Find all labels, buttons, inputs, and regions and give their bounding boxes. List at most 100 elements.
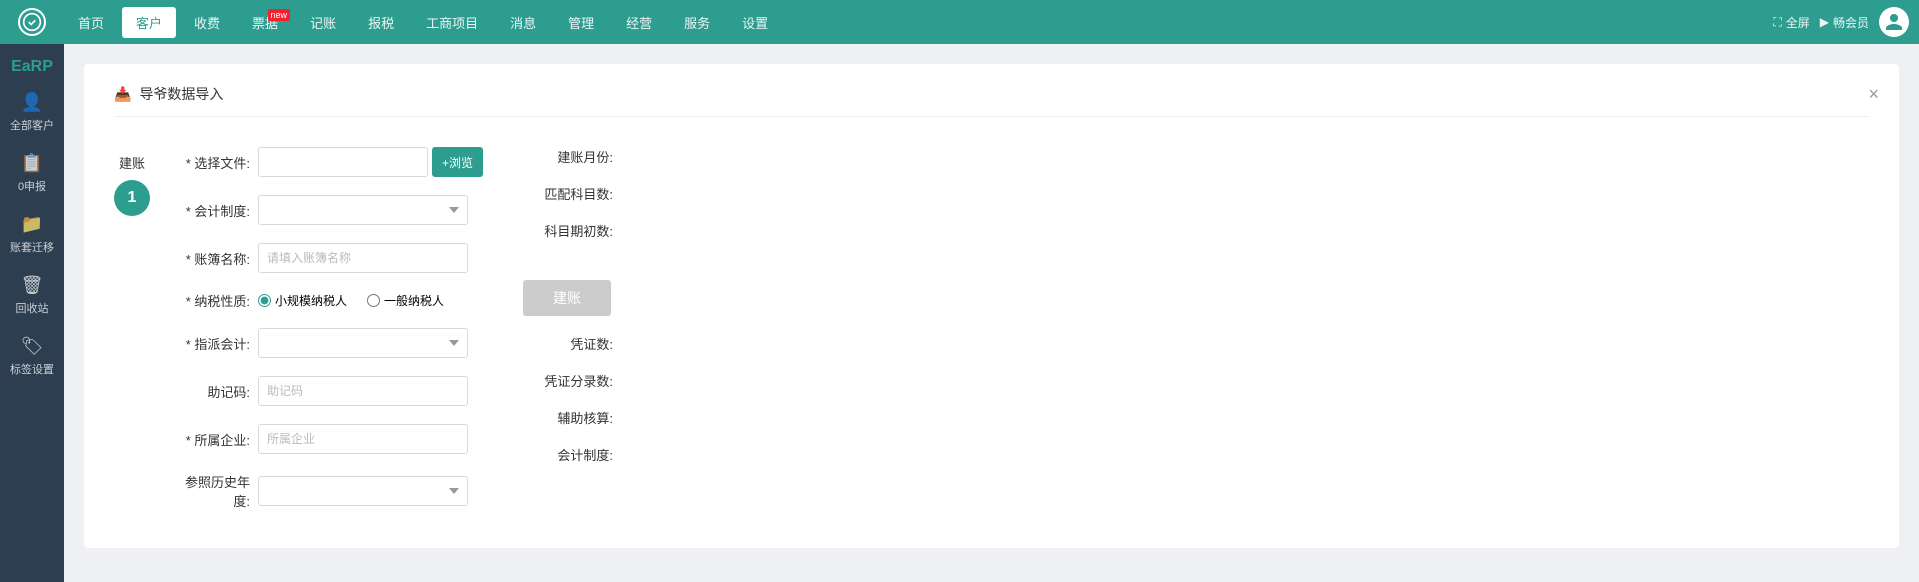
build-account-button[interactable]: 建账: [523, 280, 611, 316]
member-label: 畅会员: [1833, 14, 1869, 31]
owner-company-input[interactable]: [258, 424, 468, 454]
nav-clients[interactable]: 客户: [122, 7, 176, 38]
account-month-label: 建账月份:: [523, 147, 613, 166]
accountant-select[interactable]: [258, 328, 468, 358]
accounting-system-select[interactable]: [258, 195, 468, 225]
tax-type-row: * 纳税性质: 小规模纳税人 一般纳税人: [170, 291, 483, 310]
sidebar-label-declare: 0申报: [18, 178, 46, 194]
step-badge: 1: [114, 180, 150, 216]
sidebar-label-clients: 全部客户: [10, 117, 54, 133]
top-navigation: 首页 客户 收费 票据 new 记账 报税 工商项目 消息 管理 经营 服务 设…: [0, 0, 1919, 44]
period-initial-row: 科目期初数:: [523, 221, 1869, 240]
radio-general-input[interactable]: [367, 294, 380, 307]
nav-operation[interactable]: 经营: [612, 7, 666, 38]
auxiliary-calc-label: 辅助核算:: [523, 408, 613, 427]
memo-code-label: 助记码:: [170, 382, 250, 401]
accounting-system-row: * 会计制度:: [170, 195, 483, 225]
browse-button[interactable]: +浏览: [432, 147, 483, 177]
memo-code-row: 助记码:: [170, 376, 483, 406]
sidebar-label-tags: 标签设置: [10, 361, 54, 377]
nav-fees[interactable]: 收费: [180, 7, 234, 38]
ledger-name-row: * 账簿名称:: [170, 243, 483, 273]
radio-general-label: 一般纳税人: [384, 292, 444, 309]
ledger-name-input[interactable]: [258, 243, 468, 273]
match-accounts-label: 匹配科目数:: [523, 184, 613, 203]
right-section: 建账月份: 匹配科目数: 科目期初数: 建账 凭证: [523, 147, 1869, 528]
play-icon: ▶: [1820, 15, 1829, 29]
member-button[interactable]: ▶ 畅会员: [1820, 14, 1869, 31]
nav-management[interactable]: 管理: [554, 7, 608, 38]
auxiliary-calc-row: 辅助核算:: [523, 408, 1869, 427]
reference-year-row: 参照历史年度:: [170, 472, 483, 510]
radio-small-label: 小规模纳税人: [275, 292, 347, 309]
sidebar-item-migrate[interactable]: 📁 账套迁移: [4, 206, 60, 263]
nav-settings[interactable]: 设置: [728, 7, 782, 38]
nav-items: 首页 客户 收费 票据 new 记账 报税 工商项目 消息 管理 经营 服务 设…: [64, 7, 1773, 38]
nav-bookkeeping[interactable]: 记账: [296, 7, 350, 38]
header-icon: 📥: [114, 86, 131, 103]
accountant-label: * 指派会计:: [170, 334, 250, 353]
account-month-row: 建账月份:: [523, 147, 1869, 166]
accounting-system-label: * 会计制度:: [170, 201, 250, 220]
app-logo[interactable]: [10, 0, 54, 44]
ledger-name-label: * 账簿名称:: [170, 249, 250, 268]
sidebar-logo: EaRP: [7, 54, 57, 80]
right-accounting-system-row: 会计制度:: [523, 445, 1869, 464]
radio-small-input[interactable]: [258, 294, 271, 307]
new-badge: new: [268, 9, 291, 21]
close-button[interactable]: ×: [1868, 84, 1879, 105]
right-accounting-system-label: 会计制度:: [523, 445, 613, 464]
reference-year-label: 参照历史年度:: [170, 472, 250, 510]
tax-type-radio-group: 小规模纳税人 一般纳税人: [258, 292, 444, 309]
page-header: 📥 导爷数据导入: [114, 84, 1869, 117]
file-select-row: * 选择文件: +浏览: [170, 147, 483, 177]
sidebar: EaRP 👤 全部客户 📋 0申报 📁 账套迁移 🗑 回收站 🏷 标签设置: [0, 44, 64, 582]
accountant-row: * 指派会计:: [170, 328, 483, 358]
sidebar-label-trash: 回收站: [16, 300, 49, 316]
migrate-icon: 📁: [21, 214, 43, 235]
left-section: 建账 1 * 选择文件: +浏览: [114, 147, 483, 528]
form-section: * 选择文件: +浏览 * 会计制度:: [170, 147, 483, 528]
nav-services[interactable]: 服务: [670, 7, 724, 38]
voucher-entries-row: 凭证分录数:: [523, 371, 1869, 390]
owner-company-row: * 所属企业:: [170, 424, 483, 454]
radio-small-taxpayer[interactable]: 小规模纳税人: [258, 292, 347, 309]
nav-tax[interactable]: 报税: [354, 7, 408, 38]
memo-code-input[interactable]: [258, 376, 468, 406]
nav-invoices[interactable]: 票据 new: [238, 7, 292, 38]
radio-general-taxpayer[interactable]: 一般纳税人: [367, 292, 444, 309]
fullscreen-icon: ⛶: [1773, 15, 1781, 30]
sidebar-item-all-clients[interactable]: 👤 全部客户: [4, 84, 60, 141]
voucher-entries-label: 凭证分录数:: [523, 371, 613, 390]
fullscreen-button[interactable]: ⛶ 全屏: [1773, 14, 1809, 31]
file-input[interactable]: [258, 147, 428, 177]
declare-icon: 📋: [21, 153, 43, 174]
page-title: 导爷数据导入: [139, 84, 223, 104]
period-initial-label: 科目期初数:: [523, 221, 613, 240]
page-card: 📥 导爷数据导入 × 建账 1 * 选择文件:: [84, 64, 1899, 548]
main-layout: EaRP 👤 全部客户 📋 0申报 📁 账套迁移 🗑 回收站 🏷 标签设置 📥: [0, 44, 1919, 582]
nav-business[interactable]: 工商项目: [412, 7, 492, 38]
main-content: 📥 导爷数据导入 × 建账 1 * 选择文件:: [64, 44, 1919, 582]
sidebar-item-tags[interactable]: 🏷 标签设置: [4, 328, 60, 385]
sidebar-item-trash[interactable]: 🗑 回收站: [4, 267, 60, 324]
nav-right-section: ⛶ 全屏 ▶ 畅会员: [1773, 7, 1909, 37]
file-select-label: * 选择文件:: [170, 153, 250, 172]
step-label: 建账: [119, 153, 145, 172]
tax-type-label: * 纳税性质:: [170, 291, 250, 310]
nav-messages[interactable]: 消息: [496, 7, 550, 38]
voucher-count-row: 凭证数:: [523, 334, 1869, 353]
clients-icon: 👤: [21, 92, 43, 113]
voucher-count-label: 凭证数:: [523, 334, 613, 353]
tag-icon: 🏷: [21, 336, 44, 357]
user-avatar[interactable]: [1879, 7, 1909, 37]
nav-home[interactable]: 首页: [64, 7, 118, 38]
sidebar-item-declare[interactable]: 📋 0申报: [4, 145, 60, 202]
fullscreen-label: 全屏: [1786, 14, 1810, 31]
trash-icon: 🗑: [21, 275, 44, 296]
file-input-area: +浏览: [258, 147, 483, 177]
match-accounts-row: 匹配科目数:: [523, 184, 1869, 203]
form-area: 建账 1 * 选择文件: +浏览: [114, 147, 1869, 528]
sidebar-label-migrate: 账套迁移: [10, 239, 54, 255]
reference-year-select[interactable]: [258, 476, 468, 506]
